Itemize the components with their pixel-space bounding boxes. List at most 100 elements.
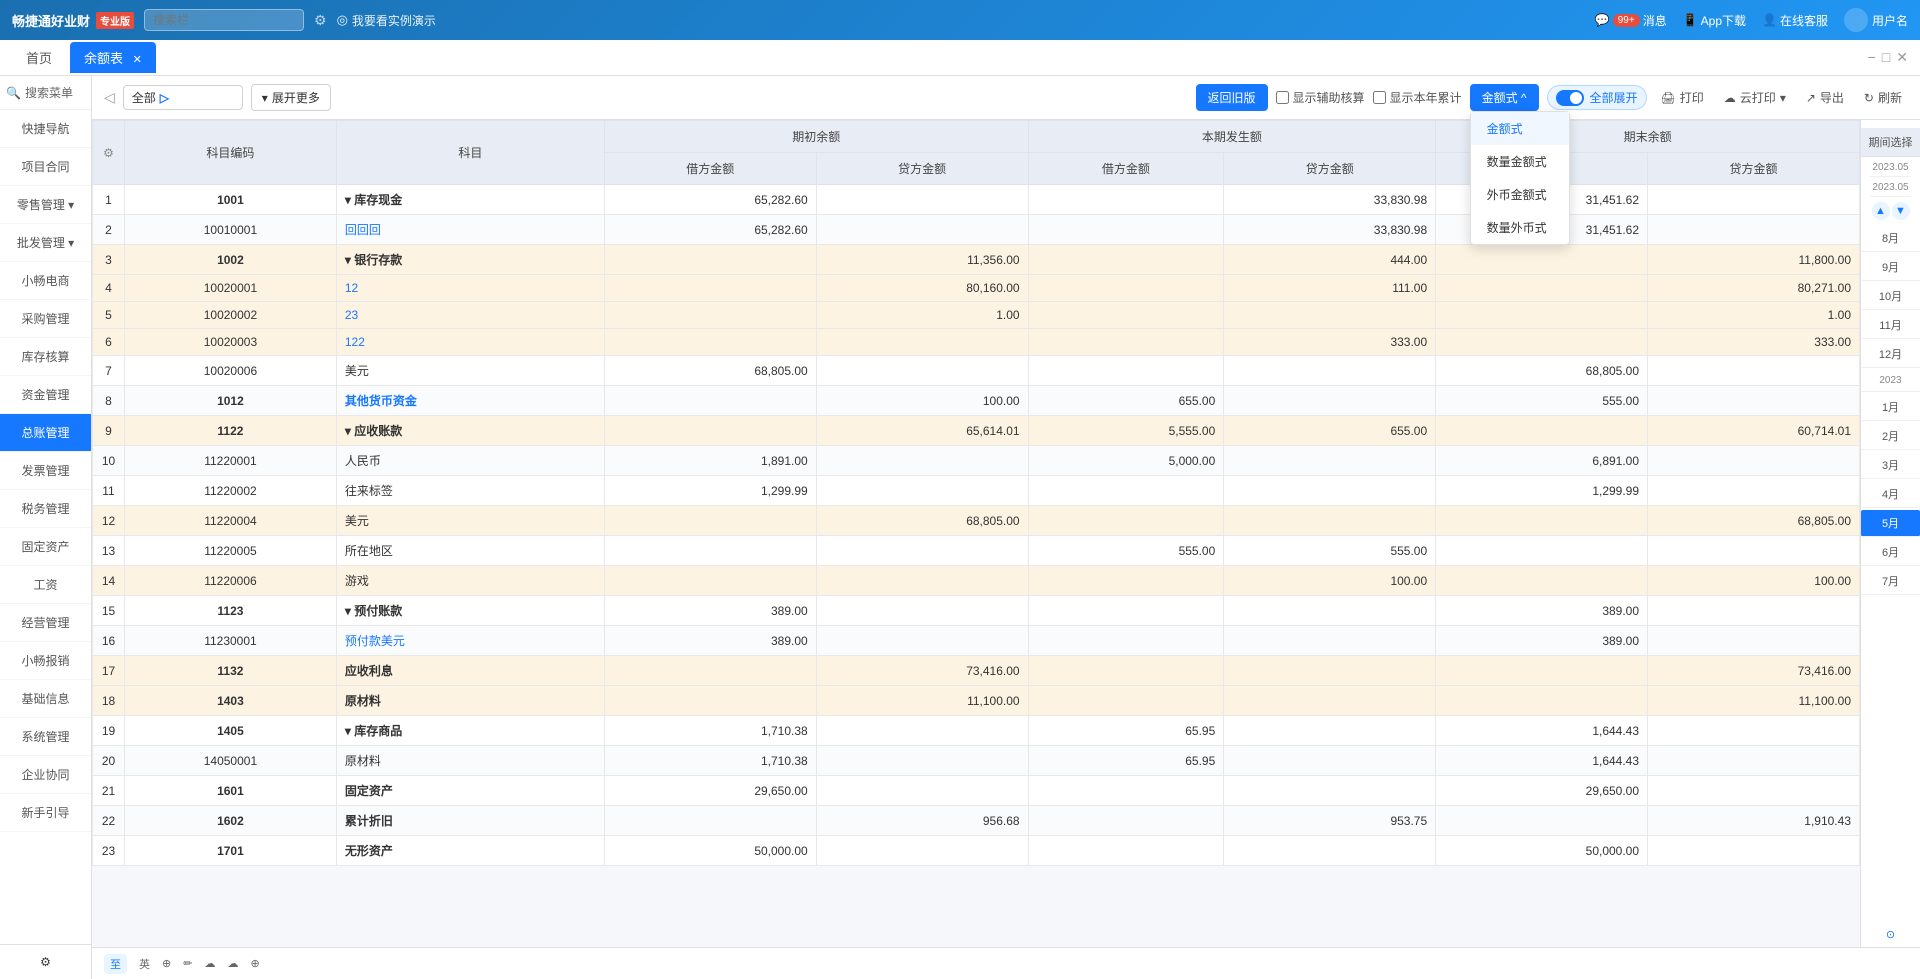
cloud-print-btn[interactable]: ☁云打印▾ <box>1718 85 1792 110</box>
sidebar-item-guide[interactable]: 新手引导 <box>0 794 91 832</box>
bottom-bar-add[interactable]: ⊕ <box>162 957 171 970</box>
month-2[interactable]: 2月 <box>1861 423 1920 450</box>
dropdown-item-qty-foreign[interactable]: 数量外币式 <box>1471 211 1569 244</box>
online-service-btn[interactable]: 👤 在线客服 <box>1762 12 1828 29</box>
show-year-cumulative-checkbox[interactable]: 显示本年累计 <box>1373 89 1462 106</box>
maximize-btn[interactable]: □ <box>1882 49 1890 66</box>
demo-link[interactable]: ◎ 我要看实例演示 <box>337 12 436 29</box>
bottom-bar-edit[interactable]: ✏ <box>183 957 192 970</box>
expand-more-btn[interactable]: ▾ 展开更多 <box>251 84 331 111</box>
show-assist-checkbox[interactable]: 显示辅助核算 <box>1276 89 1365 106</box>
amount-cell: 953.75 <box>1224 806 1436 836</box>
account-name-cell[interactable]: 122 <box>336 329 604 356</box>
amount-mode-btn[interactable]: 金额式 ^ <box>1470 84 1539 111</box>
sidebar-item-tax[interactable]: 税务管理 <box>0 490 91 528</box>
sidebar-item-quick-nav[interactable]: 快捷导航 <box>0 110 91 148</box>
sidebar-item-assets[interactable]: 固定资产 <box>0 528 91 566</box>
sidebar-item-general-ledger[interactable]: 总账管理 <box>0 414 91 452</box>
table-settings-icon[interactable]: ⚙ <box>103 146 114 160</box>
account-name-cell[interactable]: 其他货币资金 <box>336 386 604 416</box>
tab-home[interactable]: 首页 <box>12 42 66 73</box>
sidebar-search[interactable]: 🔍 搜索菜单 <box>0 76 91 110</box>
account-name-cell[interactable]: 23 <box>336 302 604 329</box>
export-btn[interactable]: ↗导出 <box>1800 85 1850 110</box>
account-code-cell: 11220005 <box>125 536 337 566</box>
toolbar: ◁ 全部 ▷ ▾ 展开更多 返回旧版 显示辅助核算 显示本年累计 金额式 ^ <box>92 76 1920 120</box>
top-search-input[interactable] <box>144 9 304 31</box>
refresh-btn[interactable]: ↻刷新 <box>1858 85 1908 110</box>
bottom-bar-cloud2[interactable]: ☁ <box>227 957 238 970</box>
month-3[interactable]: 3月 <box>1861 452 1920 479</box>
sidebar-item-ecommerce[interactable]: 小畅电商 <box>0 262 91 300</box>
amount-cell: 29,650.00 <box>604 776 816 806</box>
sidebar-item-payroll[interactable]: 工资 <box>0 566 91 604</box>
sidebar-settings[interactable]: ⚙ <box>0 944 91 979</box>
account-name-cell[interactable]: 回回回 <box>336 215 604 245</box>
month-1[interactable]: 1月 <box>1861 394 1920 421</box>
amount-cell <box>1648 836 1860 866</box>
month-5[interactable]: 5月 <box>1861 510 1920 537</box>
sidebar-item-wholesale[interactable]: 批发管理 ▾ <box>0 224 91 262</box>
account-name-cell[interactable]: 12 <box>336 275 604 302</box>
account-code-cell: 1602 <box>125 806 337 836</box>
month-6[interactable]: 6月 <box>1861 539 1920 566</box>
sidebar-item-expense[interactable]: 小畅报销 <box>0 642 91 680</box>
sidebar-item-funds[interactable]: 资金管理 <box>0 376 91 414</box>
sidebar-item-retail[interactable]: 零售管理 ▾ <box>0 186 91 224</box>
minimize-btn[interactable]: − <box>1868 49 1876 66</box>
amount-mode-dropdown[interactable]: 金额式 ^ 金额式 数量金额式 外币金额式 数量外币式 <box>1470 84 1539 111</box>
month-9[interactable]: 9月 <box>1861 254 1920 281</box>
user-avatar-area[interactable]: 用户名 <box>1844 8 1908 32</box>
sidebar-item-purchase[interactable]: 采购管理 <box>0 300 91 338</box>
account-name-cell: 无形资产 <box>336 836 604 866</box>
amount-cell: 956.68 <box>816 806 1028 836</box>
account-code-cell: 10020003 <box>125 329 337 356</box>
dropdown-item-amount[interactable]: 金额式 <box>1471 112 1569 145</box>
filter-box[interactable]: 全部 ▷ <box>123 85 243 110</box>
app-download-btn[interactable]: 📱 App下载 <box>1683 12 1746 29</box>
month-8[interactable]: 8月 <box>1861 225 1920 252</box>
expand-all-toggle[interactable]: 全部展开 <box>1547 85 1647 110</box>
month-10[interactable]: 10月 <box>1861 283 1920 310</box>
bottom-bar-cloud1[interactable]: ☁ <box>204 957 215 970</box>
month-7[interactable]: 7月 <box>1861 568 1920 595</box>
account-name-cell[interactable]: 预付款美元 <box>336 626 604 656</box>
print-btn[interactable]: 🖨打印 <box>1655 85 1710 110</box>
month-4[interactable]: 4月 <box>1861 481 1920 508</box>
amount-cell <box>1648 626 1860 656</box>
return-old-version-btn[interactable]: 返回旧版 <box>1196 84 1268 111</box>
bottom-bar-help[interactable]: ⊕ <box>250 957 259 970</box>
bottom-bar-icon1[interactable]: 至 <box>104 954 127 974</box>
back-icon[interactable]: ◁ <box>104 89 115 106</box>
prev-period-btn[interactable]: ▲ <box>1872 202 1890 220</box>
month-12[interactable]: 12月 <box>1861 341 1920 368</box>
next-period-btn[interactable]: ▼ <box>1892 202 1910 220</box>
amount-cell <box>1436 506 1648 536</box>
tab-balance-sheet[interactable]: 余额表 ✕ <box>70 42 156 73</box>
message-btn[interactable]: 💬 99+ 消息 <box>1595 12 1667 29</box>
dropdown-item-qty-amount[interactable]: 数量金额式 <box>1471 145 1569 178</box>
sidebar-item-operations[interactable]: 经营管理 <box>0 604 91 642</box>
dropdown-item-foreign-amount[interactable]: 外币金额式 <box>1471 178 1569 211</box>
close-btn[interactable]: ✕ <box>1896 49 1908 66</box>
collapse-right-panel-btn[interactable]: ⊙ <box>1880 922 1901 947</box>
sidebar-item-basic-info[interactable]: 基础信息 <box>0 680 91 718</box>
amount-cell <box>1648 536 1860 566</box>
toggle-switch <box>1556 90 1584 106</box>
sidebar-item-project[interactable]: 项目合同 <box>0 148 91 186</box>
bottom-bar-lang[interactable]: 英 <box>139 956 150 972</box>
sidebar-item-invoice[interactable]: 发票管理 <box>0 452 91 490</box>
tab-close-btn[interactable]: ✕ <box>133 54 142 66</box>
main-layout: 🔍 搜索菜单 快捷导航 项目合同 零售管理 ▾ 批发管理 ▾ 小畅电商 采购管理… <box>0 76 1920 979</box>
tab-bar: 首页 余额表 ✕ − □ ✕ <box>0 40 1920 76</box>
account-code-cell: 10010001 <box>125 215 337 245</box>
account-code-cell: 11220004 <box>125 506 337 536</box>
sidebar-item-collaboration[interactable]: 企业协同 <box>0 756 91 794</box>
sidebar-item-inventory[interactable]: 库存核算 <box>0 338 91 376</box>
sidebar-item-system[interactable]: 系统管理 <box>0 718 91 756</box>
month-11[interactable]: 11月 <box>1861 312 1920 339</box>
amount-cell: 100.00 <box>1648 566 1860 596</box>
right-panel: 期间选择 2023.05 2023.05 ▲ ▼ 8月 9月 10月 11月 1… <box>1860 120 1920 947</box>
settings-icon-top[interactable]: ⚙ <box>314 12 327 29</box>
row-num: 16 <box>93 626 125 656</box>
